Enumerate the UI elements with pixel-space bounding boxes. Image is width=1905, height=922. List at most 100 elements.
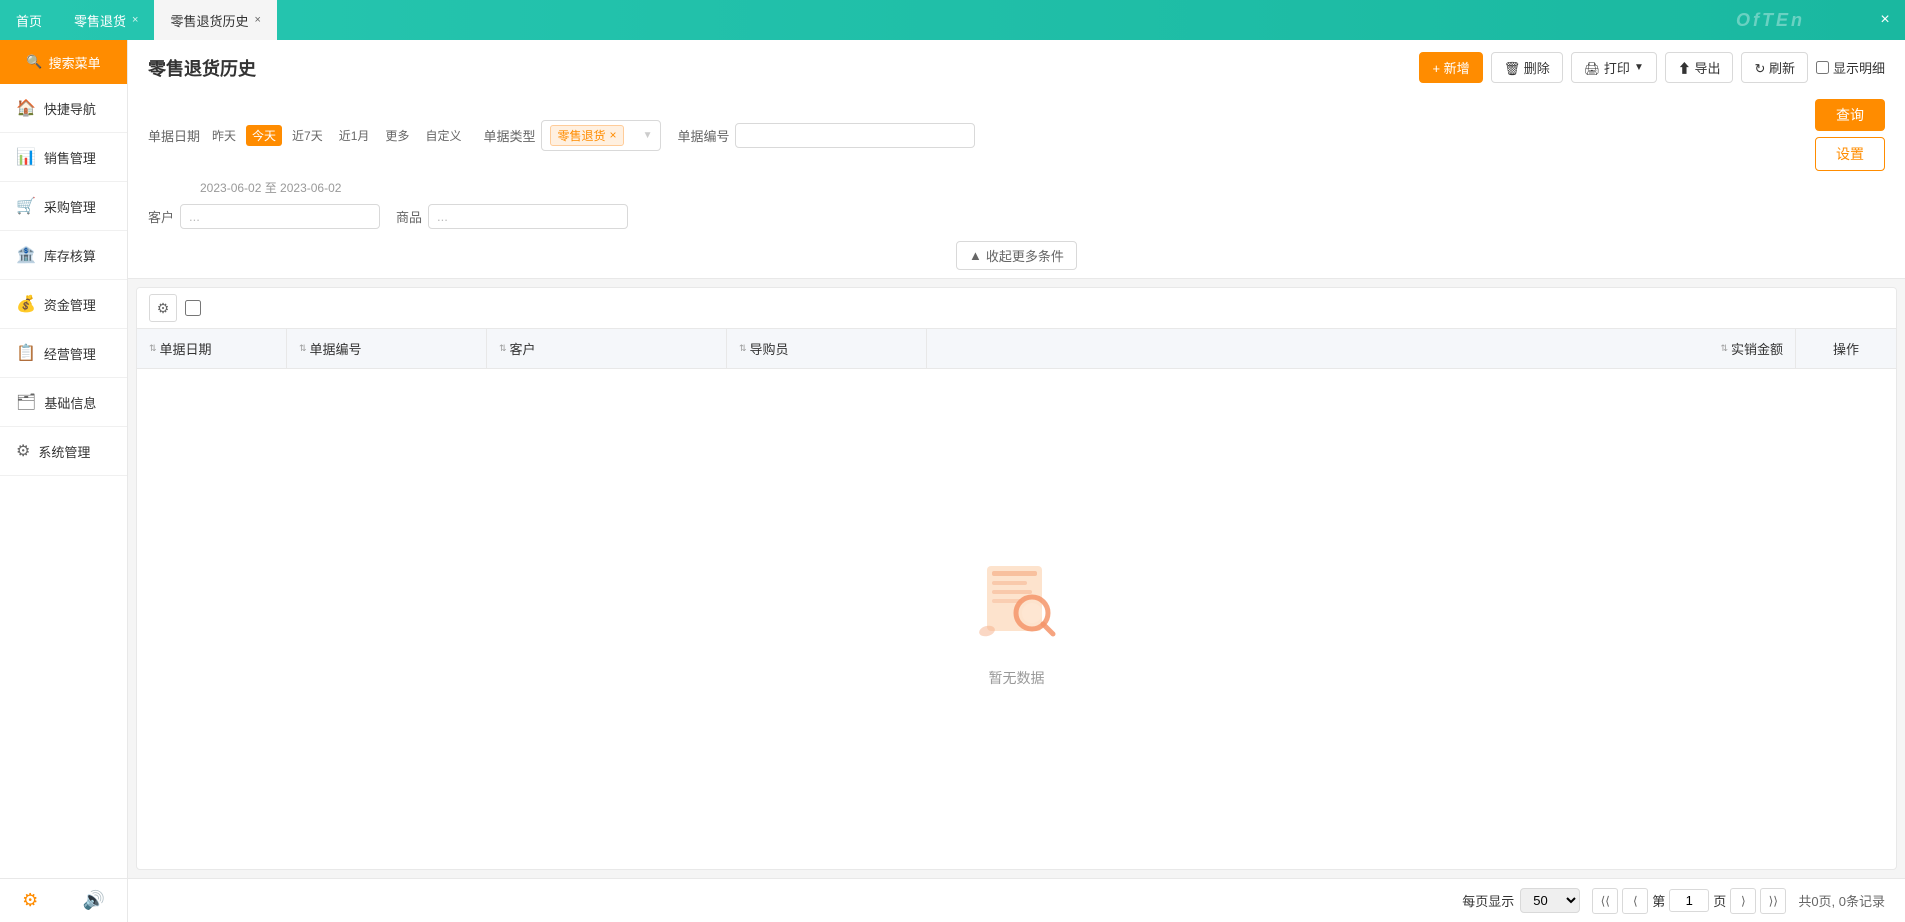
sidebar-menu: 🏠 快捷导航 📊 销售管理 🛒 采购管理 🏦 库存核算 💰 资金管理 📋 [0,84,127,878]
sidebar-item-label-finance: 资金管理 [44,295,96,314]
sidebar: 🔍 搜索菜单 🏠 快捷导航 📊 销售管理 🛒 采购管理 🏦 库存核算 💰 [0,40,128,922]
date-btn-yesterday[interactable]: 昨天 [206,125,242,146]
sort-icon-date: ⇅ [149,343,157,354]
page-title-row: 零售退货历史 + 新增 🗑 删除 🖨 打印 ▼ ⬆ 导出 [148,52,1885,83]
delete-button-label: 🗑 删除 [1504,58,1550,77]
date-range-text: 2023-06-02 至 2023-06-02 [200,179,341,196]
table-body: 暂无数据 [137,369,1896,869]
bill-type-filter-label: 单据类型 [483,126,535,145]
tab-retail-return-history-label: 零售退货历史 [170,11,248,30]
bill-no-input[interactable] [735,123,975,148]
table-action-row: ⚙ [137,288,1896,329]
select-all-checkbox[interactable] [185,300,201,316]
goods-filter-label: 商品 [396,207,422,226]
filter-row-3: 客户 ... 商品 ... [148,204,1885,229]
sidebar-item-label-basic-info: 基础信息 [44,393,96,412]
date-btn-more[interactable]: 更多 [379,125,415,146]
sort-icon-guide: ⇅ [739,343,747,354]
first-page-btn[interactable]: ⟨⟨ [1592,888,1618,914]
date-btn-7days[interactable]: 近7天 [286,125,329,146]
page-size-group: 每页显示 20 50 100 200 [1462,888,1580,913]
tab-list: 首页 零售退货 × 零售退货历史 × [0,0,933,40]
toolbar: + 新增 🗑 删除 🖨 打印 ▼ ⬆ 导出 ↻ 刷新 [1419,52,1885,83]
tab-home[interactable]: 首页 [0,0,58,40]
sidebar-search-label: 搜索菜单 [49,53,101,72]
export-button-label: ⬆ 导出 [1678,58,1721,77]
collapse-button[interactable]: ▲ 收起更多条件 [956,241,1077,270]
tab-retail-return-history[interactable]: 零售退货历史 × [154,0,276,40]
sidebar-search-btn[interactable]: 🔍 搜索菜单 [0,40,127,84]
query-button[interactable]: 查询 [1815,99,1885,131]
page-label: 第 [1652,891,1665,910]
bill-type-tag-remove[interactable]: × [609,128,616,142]
sidebar-item-finance[interactable]: 💰 资金管理 [0,280,127,329]
table-settings-btn[interactable]: ⚙ [149,294,177,322]
tab-retail-return[interactable]: 零售退货 × [58,0,154,40]
system-icon: ⚙ [16,441,30,461]
display-detail-checkbox[interactable]: 显示明细 [1816,58,1885,77]
home-icon: 🏠 [16,98,36,118]
page-input[interactable] [1669,889,1709,912]
operations-icon: 📋 [16,343,36,363]
th-date-label: 单据日期 [160,339,212,358]
print-button[interactable]: 🖨 打印 ▼ [1571,52,1657,83]
date-btn-custom[interactable]: 自定义 [419,125,467,146]
date-btn-1month[interactable]: 近1月 [333,125,376,146]
customer-select[interactable]: ... [180,204,380,229]
sidebar-item-label-inventory: 库存核算 [44,246,96,265]
display-detail-input[interactable] [1816,61,1829,74]
often-text: OfTEn [1736,10,1805,31]
content-area: 零售退货历史 + 新增 🗑 删除 🖨 打印 ▼ ⬆ 导出 [128,40,1905,922]
th-customer-label: 客户 [510,339,536,358]
filter-row-2: 2023-06-02 至 2023-06-02 [148,179,1885,196]
search-icon: 🔍 [26,54,42,70]
per-page-select[interactable]: 20 50 100 200 [1520,888,1580,913]
sidebar-item-label-system: 系统管理 [38,442,90,461]
sidebar-item-label-operations: 经营管理 [44,344,96,363]
settings-button-label: 设置 [1836,146,1864,162]
query-settings-col: 查询 设置 [1815,99,1885,171]
sidebar-item-quick-nav[interactable]: 🏠 快捷导航 [0,84,127,133]
sidebar-item-label-quick-nav: 快捷导航 [44,99,96,118]
sidebar-audio-icon[interactable]: 🔊 [82,890,104,911]
delete-button[interactable]: 🗑 删除 [1491,52,1563,83]
collapse-up-icon: ▲ [969,248,982,263]
customer-placeholder: ... [189,209,200,224]
date-btn-today[interactable]: 今天 [246,125,282,146]
sidebar-settings-icon[interactable]: ⚙ [22,890,38,911]
refresh-button[interactable]: ↻ 刷新 [1741,52,1808,83]
settings-button[interactable]: 设置 [1815,137,1885,171]
date-filter-group: 单据日期 昨天 今天 近7天 近1月 更多 自定义 [148,125,467,146]
tab-retail-return-label: 零售退货 [74,11,126,30]
basic-info-icon: 🗂 [16,392,36,412]
goods-select[interactable]: ... [428,204,628,229]
sidebar-item-basic-info[interactable]: 🗂 基础信息 [0,378,127,427]
page-title: 零售退货历史 [148,55,256,81]
bill-type-select[interactable]: 零售退货 × ▼ [541,120,661,151]
display-detail-label: 显示明细 [1833,58,1885,77]
empty-illustration [967,551,1067,656]
filter-area: 单据日期 昨天 今天 近7天 近1月 更多 自定义 单据类型 [148,91,1885,278]
export-button[interactable]: ⬆ 导出 [1665,52,1734,83]
next-page-btn[interactable]: ⟩ [1730,888,1756,914]
sidebar-item-purchase[interactable]: 🛒 采购管理 [0,182,127,231]
th-guide-label: 导购员 [750,339,789,358]
bill-type-filter-group: 单据类型 零售退货 × ▼ [483,120,661,151]
sidebar-item-label-sales: 销售管理 [44,148,96,167]
th-action-label: 操作 [1833,339,1859,358]
page-navigation: ⟨⟨ ⟨ 第 页 ⟩ ⟩⟩ [1592,888,1786,914]
tab-retail-return-close[interactable]: × [132,14,138,26]
tab-retail-return-history-close[interactable]: × [254,14,260,26]
new-button-label: + 新增 [1432,58,1469,77]
prev-page-btn[interactable]: ⟨ [1622,888,1648,914]
sidebar-item-sales[interactable]: 📊 销售管理 [0,133,127,182]
sidebar-item-operations[interactable]: 📋 经营管理 [0,329,127,378]
window-close-button[interactable]: × [1865,0,1905,40]
bill-type-tag: 零售退货 × [550,125,623,146]
sidebar-item-inventory[interactable]: 🏦 库存核算 [0,231,127,280]
new-button[interactable]: + 新增 [1419,52,1482,83]
sort-icon-amount: ⇅ [1720,343,1728,354]
last-page-btn[interactable]: ⟩⟩ [1760,888,1786,914]
pagination-bar: 每页显示 20 50 100 200 ⟨⟨ ⟨ 第 页 ⟩ ⟩⟩ 共0页, 0条… [128,878,1905,922]
sidebar-item-system[interactable]: ⚙ 系统管理 [0,427,127,476]
